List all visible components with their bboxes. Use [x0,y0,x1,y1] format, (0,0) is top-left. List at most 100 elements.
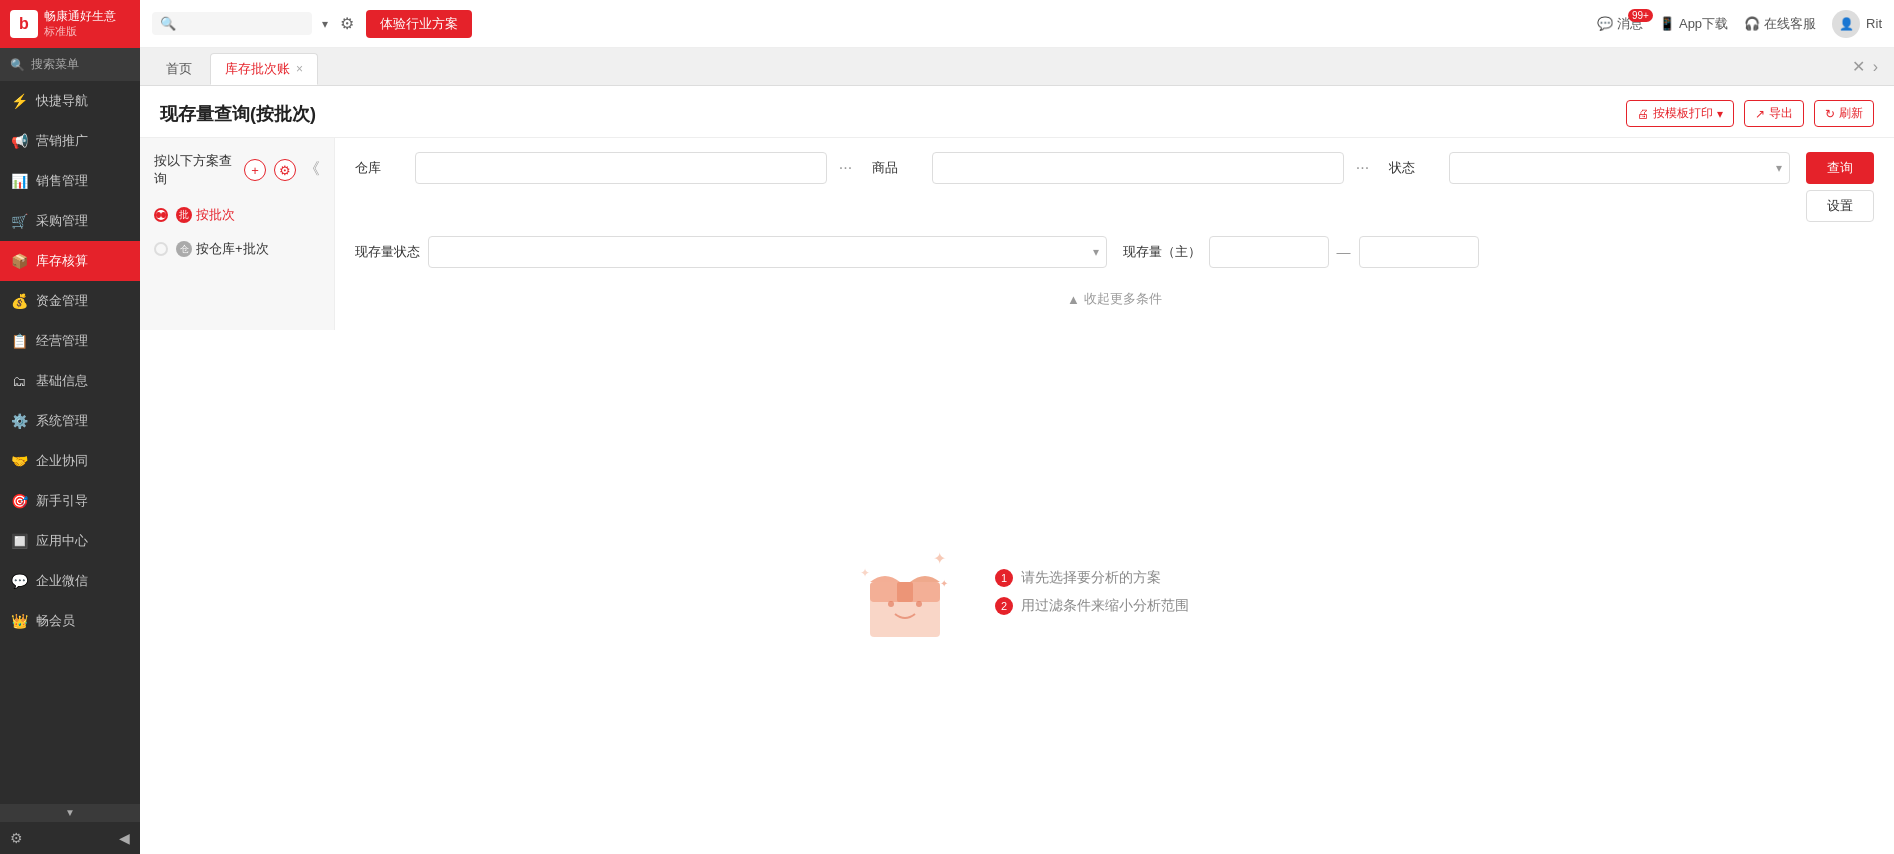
tab-home[interactable]: 首页 [152,53,206,85]
export-btn[interactable]: ↗ 导出 [1744,100,1804,127]
stock-main-dash: — [1337,244,1351,260]
empty-content: ✦ ✦ ✦ 1 请先选择要分析的方案 [845,532,1189,652]
sidebar-item-sales[interactable]: 📊 销售管理 [0,161,140,201]
sidebar-item-operation[interactable]: 📋 经营管理 [0,321,140,361]
avatar: 👤 [1832,10,1860,38]
sidebar-item-label: 经营管理 [36,332,88,350]
username: Rit [1866,16,1882,31]
sidebar-item-label: 应用中心 [36,532,88,550]
product-label: 商品 [872,159,924,177]
tab-batch-account[interactable]: 库存批次账 × [210,53,318,85]
stock-main-label: 现存量（主） [1123,243,1201,261]
collapse-more-label: 收起更多条件 [1084,290,1162,308]
sidebar-item-label: 基础信息 [36,372,88,390]
sidebar-item-member[interactable]: 👑 畅会员 [0,601,140,641]
app-version: 标准版 [44,24,116,39]
sidebar-item-basic[interactable]: 🗂 基础信息 [0,361,140,401]
filter-form-wrap: 仓库 ··· 商品 ··· 状态 [335,138,1894,330]
sidebar-item-enterprise[interactable]: 🤝 企业协同 [0,441,140,481]
sidebar-item-inventory[interactable]: 📦 库存核算 [0,241,140,281]
sidebar-item-guide[interactable]: 🎯 新手引导 [0,481,140,521]
sidebar-item-label: 企业微信 [36,572,88,590]
close-right-icon[interactable]: ✕ [1852,57,1865,76]
sidebar-item-system[interactable]: ⚙️ 系统管理 [0,401,140,441]
filter-collapse-btn[interactable]: 《 [304,159,320,181]
filter-stock-status: 现存量状态 ▾ [355,236,1107,268]
sidebar-item-marketing[interactable]: 📢 营销推广 [0,121,140,161]
sidebar-item-label: 新手引导 [36,492,88,510]
sidebar-search[interactable]: 🔍 搜索菜单 [0,48,140,81]
apps-icon: 🔲 [10,532,28,550]
topbar: 🔍 ▾ ⚙ 体验行业方案 💬 消息 99+ 📱 App下载 🎧 在线客服 � [140,0,1894,48]
filter-gear-btn[interactable]: ⚙ [274,159,296,181]
warehouse-batch-icon: 仓 [176,241,192,257]
app-name: 畅康通好生意 [44,9,116,25]
stock-status-select[interactable] [428,236,1107,268]
wechat-icon: 💬 [10,572,28,590]
sidebar-item-apps[interactable]: 🔲 应用中心 [0,521,140,561]
message-icon: 💬 [1597,16,1613,31]
warehouse-input[interactable] [415,152,827,184]
user-profile[interactable]: 👤 Rit [1832,10,1882,38]
stock-status-select-wrap: ▾ [428,236,1107,268]
topbar-gear-icon[interactable]: ⚙ [336,10,358,37]
filter-stock-main: 现存量（主） — [1123,236,1875,268]
action-btns: 查询 设置 [1806,152,1874,222]
sidebar-scroll-down[interactable]: ▼ [0,804,140,821]
collapse-more-btn[interactable]: ▲ 收起更多条件 [355,282,1874,316]
finance-icon: 💰 [10,292,28,310]
online-service-label: 在线客服 [1764,15,1816,33]
tip-text-2: 用过滤条件来缩小分析范围 [1021,597,1189,615]
stock-main-to-input[interactable] [1359,236,1479,268]
sidebar-item-finance[interactable]: 💰 资金管理 [0,281,140,321]
member-icon: 👑 [10,612,28,630]
warehouse-dots[interactable]: ··· [835,159,856,177]
sidebar-item-purchase[interactable]: 🛒 采购管理 [0,201,140,241]
topbar-dropdown-icon[interactable]: ▾ [322,17,328,31]
topbar-search-box[interactable]: 🔍 [152,12,312,35]
filter-sidebar-icons: + ⚙ 《 [244,159,320,181]
product-input[interactable] [932,152,1344,184]
page-title: 现存量查询(按批次) [160,102,316,126]
gear-icon: ⚙ [279,163,291,178]
print-dropdown-icon[interactable]: ▾ [1717,107,1723,121]
messages-btn[interactable]: 💬 消息 99+ [1597,15,1643,33]
tab-close-right-btn[interactable]: ✕ › [1848,53,1882,80]
sidebar-footer: ⚙ ◀ [0,821,140,854]
sidebar-item-quick-nav[interactable]: ⚡ 快捷导航 [0,81,140,121]
filter-row-2: 现存量状态 ▾ 现存量（主） — [355,236,1874,268]
refresh-btn[interactable]: ↻ 刷新 [1814,100,1874,127]
filter-option-batch[interactable]: 批 按批次 [140,198,334,232]
settings-btn[interactable]: 设置 [1806,190,1874,222]
sidebar: b 畅康通好生意 标准版 🔍 搜索菜单 ⚡ 快捷导航 📢 营销推广 📊 销售管理… [0,0,140,854]
product-dots[interactable]: ··· [1352,159,1373,177]
filter-option-warehouse-batch[interactable]: 仓 按仓库+批次 [140,232,334,266]
query-btn[interactable]: 查询 [1806,152,1874,184]
svg-text:✦: ✦ [940,578,948,589]
settings-icon[interactable]: ⚙ [10,830,23,846]
app-download-btn[interactable]: 📱 App下载 [1659,15,1728,33]
collapse-icon[interactable]: ◀ [119,830,130,846]
online-service-btn[interactable]: 🎧 在线客服 [1744,15,1816,33]
tab-close-icon[interactable]: × [296,62,303,76]
filter-add-btn[interactable]: + [244,159,266,181]
experience-btn[interactable]: 体验行业方案 [366,10,472,38]
filter-sidebar: 按以下方案查询 + ⚙ 《 批 按批次 [140,138,335,330]
chevron-right-icon[interactable]: › [1873,58,1878,76]
filter-form: 仓库 ··· 商品 ··· 状态 [335,138,1894,330]
print-btn[interactable]: 🖨 按模板打印 ▾ [1626,100,1734,127]
status-select[interactable] [1449,152,1790,184]
topbar-search-input[interactable] [182,17,302,31]
svg-rect-2 [897,582,913,602]
sidebar-nav: ⚡ 快捷导航 📢 营销推广 📊 销售管理 🛒 采购管理 📦 库存核算 💰 资金管… [0,81,140,804]
sidebar-item-wechat[interactable]: 💬 企业微信 [0,561,140,601]
svg-text:✦: ✦ [860,566,870,580]
filter-product: 商品 ··· [872,152,1373,184]
page-header: 现存量查询(按批次) 🖨 按模板打印 ▾ ↗ 导出 ↻ 刷新 [140,86,1894,138]
empty-tips: 1 请先选择要分析的方案 2 用过滤条件来缩小分析范围 [995,569,1189,615]
filter-sidebar-header: 按以下方案查询 + ⚙ 《 [140,152,334,198]
content-area: 现存量查询(按批次) 🖨 按模板打印 ▾ ↗ 导出 ↻ 刷新 [140,86,1894,854]
stock-main-from-input[interactable] [1209,236,1329,268]
empty-tip-2: 2 用过滤条件来缩小分析范围 [995,597,1189,615]
status-select-wrap: ▾ [1449,152,1790,184]
